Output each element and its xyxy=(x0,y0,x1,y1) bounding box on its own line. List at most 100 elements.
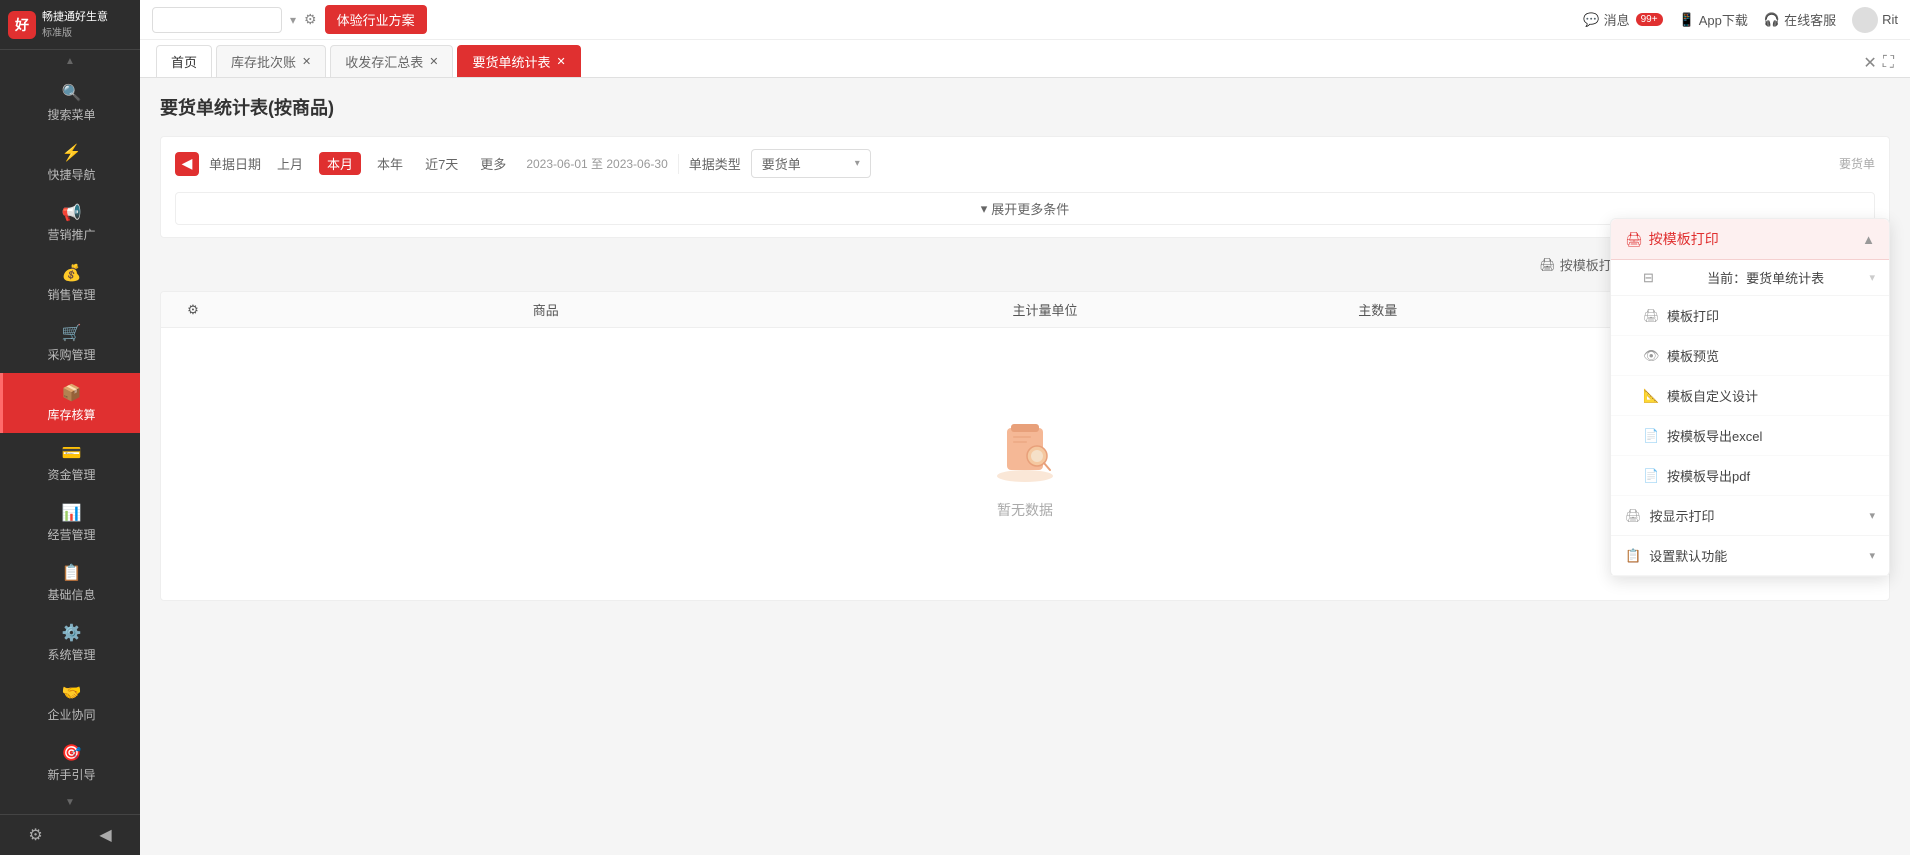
template-print-label: 模板打印 xyxy=(1667,306,1719,325)
expand-arrow-icon: ▾ xyxy=(981,201,988,217)
sidebar-item-newbie[interactable]: 🎯 新手引导 xyxy=(0,733,140,791)
topbar-gear-icon[interactable]: ⚙ xyxy=(304,11,317,28)
tab-order-summary-close[interactable]: ✕ xyxy=(557,55,566,68)
template-custom-icon: 📐 xyxy=(1643,388,1659,404)
sidebar-item-label: 资金管理 xyxy=(47,466,95,483)
sidebar-item-inventory[interactable]: 📦 库存核算 xyxy=(0,373,140,433)
sidebar-item-quick-nav[interactable]: ⚡ 快捷导航 xyxy=(0,133,140,193)
template-excel-icon: 📄 xyxy=(1643,428,1659,444)
settings-footer-icon[interactable]: ⚙ xyxy=(28,825,42,845)
app-download-item[interactable]: 📱 App下载 xyxy=(1679,10,1748,29)
sidebar-item-finance[interactable]: 💳 资金管理 xyxy=(0,433,140,493)
topbar-search-input[interactable] xyxy=(152,7,282,33)
current-icon: ⊟ xyxy=(1643,270,1654,286)
dropdown-template-print-item[interactable]: 🖨 模板打印 xyxy=(1611,296,1889,336)
dropdown-default-func-section[interactable]: 📋 设置默认功能 ▾ xyxy=(1611,536,1889,576)
dropdown-current-arrow-icon: ▾ xyxy=(1869,271,1875,284)
default-func-icon: 📋 xyxy=(1625,548,1641,564)
sidebar-item-label: 销售管理 xyxy=(47,286,95,303)
tab-close-all-btn[interactable]: ✕ xyxy=(1863,53,1876,73)
tabbar-actions: ✕ ⛶ xyxy=(1863,53,1894,77)
filter-7days-btn[interactable]: 近7天 xyxy=(419,152,464,175)
dropdown-template-preview-item[interactable]: 👁 模板预览 xyxy=(1611,336,1889,376)
collapse-footer-icon[interactable]: ◀ xyxy=(99,825,111,845)
dropdown-collapse-icon[interactable]: ▲ xyxy=(1862,232,1875,247)
filter-collapse-btn[interactable]: ◀ xyxy=(175,152,199,176)
newbie-icon: 🎯 xyxy=(62,743,82,763)
messages-item[interactable]: 💬 消息 99+ xyxy=(1583,10,1662,29)
purchase-icon: 🛒 xyxy=(62,323,82,343)
dropdown-header: 🖨 按模板打印 ▲ xyxy=(1611,219,1889,260)
default-func-left: 📋 设置默认功能 xyxy=(1625,546,1727,565)
filter-current-year-btn[interactable]: 本年 xyxy=(371,152,409,175)
app-name: 畅捷通好生意 xyxy=(42,10,108,24)
sidebar-item-label: 营销推广 xyxy=(47,226,95,243)
tab-home[interactable]: 首页 xyxy=(156,45,212,77)
dropdown-current-item[interactable]: ⊟ 当前：要货单统计表 ▾ xyxy=(1611,260,1889,296)
sidebar-item-base[interactable]: 📋 基础信息 xyxy=(0,553,140,613)
display-print-left: 🖨 按显示打印 xyxy=(1625,506,1715,525)
topbar-chevron-icon[interactable]: ▾ xyxy=(290,13,296,27)
sidebar-item-label: 经营管理 xyxy=(47,526,95,543)
dropdown-header-title-area: 🖨 按模板打印 xyxy=(1625,229,1719,249)
tab-expand-btn[interactable]: ⛶ xyxy=(1883,54,1894,72)
tabbar: 首页 库存批次账 ✕ 收发存汇总表 ✕ 要货单统计表 ✕ ✕ ⛶ xyxy=(140,40,1910,78)
sidebar-item-purchase[interactable]: 🛒 采购管理 xyxy=(0,313,140,373)
dropdown-display-print-section[interactable]: 🖨 按显示打印 ▾ xyxy=(1611,496,1889,536)
default-func-label: 设置默认功能 xyxy=(1649,546,1727,565)
sidebar-item-search[interactable]: 🔍 搜索菜单 xyxy=(0,73,140,133)
template-preview-label: 模板预览 xyxy=(1667,346,1719,365)
filter-prev-month-btn[interactable]: 上月 xyxy=(271,152,309,175)
sidebar-scroll-up[interactable]: ▲ xyxy=(0,54,140,69)
type-filter-select[interactable]: 要货单 ▾ xyxy=(751,149,871,178)
sidebar-item-system[interactable]: ⚙️ 系统管理 xyxy=(0,613,140,673)
experience-btn[interactable]: 体验行业方案 xyxy=(325,5,427,34)
display-print-icon: 🖨 xyxy=(1625,508,1642,524)
app-edition: 标准版 xyxy=(42,24,108,39)
tab-receivable-summary-close[interactable]: ✕ xyxy=(429,55,438,68)
empty-text: 暂无数据 xyxy=(997,500,1053,520)
user-avatar-item[interactable]: Rit xyxy=(1852,7,1898,33)
type-filter-label: 单据类型 xyxy=(689,154,741,173)
app-download-label: App下载 xyxy=(1699,10,1748,29)
tab-inventory-batch-label: 库存批次账 xyxy=(231,52,296,71)
dropdown-template-excel-item[interactable]: 📄 按模板导出excel xyxy=(1611,416,1889,456)
default-func-arrow-icon: ▾ xyxy=(1869,549,1875,562)
col-settings[interactable]: ⚙ xyxy=(173,302,213,318)
display-print-label: 按显示打印 xyxy=(1650,506,1715,525)
messages-badge: 99+ xyxy=(1636,13,1663,26)
sidebar: 好 畅捷通好生意 标准版 ▲ 🔍 搜索菜单 ⚡ 快捷导航 📢 营销推广 💰 销售… xyxy=(0,0,140,855)
dropdown-template-custom-item[interactable]: 📐 模板自定义设计 xyxy=(1611,376,1889,416)
sidebar-item-sales[interactable]: 💰 销售管理 xyxy=(0,253,140,313)
tab-receivable-summary[interactable]: 收发存汇总表 ✕ xyxy=(330,45,453,77)
app-logo: 好 畅捷通好生意 标准版 xyxy=(0,0,140,50)
app-download-icon: 📱 xyxy=(1679,12,1695,28)
messages-icon: 💬 xyxy=(1583,12,1599,28)
sidebar-scroll-down[interactable]: ▼ xyxy=(0,795,140,810)
type-select-arrow-icon: ▾ xyxy=(855,158,860,169)
search-nav-icon: 🔍 xyxy=(62,83,82,103)
type-select-placeholder: 要货单 xyxy=(762,154,801,173)
template-pdf-label: 按模板导出pdf xyxy=(1667,466,1750,485)
print-icon: 🖨 xyxy=(1539,257,1556,273)
headset-icon: 🎧 xyxy=(1764,12,1780,28)
dropdown-template-pdf-item[interactable]: 📄 按模板导出pdf xyxy=(1611,456,1889,496)
tab-inventory-batch-close[interactable]: ✕ xyxy=(302,55,311,68)
sidebar-item-marketing[interactable]: 📢 营销推广 xyxy=(0,193,140,253)
filter-current-month-btn[interactable]: 本月 xyxy=(319,152,361,175)
tab-order-summary[interactable]: 要货单统计表 ✕ xyxy=(457,45,580,77)
topbar: ▾ ⚙ 体验行业方案 💬 消息 99+ 📱 App下载 🎧 在线客服 Rit xyxy=(140,0,1910,40)
filter-more-date-btn[interactable]: 更多 xyxy=(474,152,512,175)
online-service-item[interactable]: 🎧 在线客服 xyxy=(1764,10,1836,29)
sidebar-item-operation[interactable]: 📊 经营管理 xyxy=(0,493,140,553)
template-excel-label: 按模板导出excel xyxy=(1667,426,1762,445)
tab-inventory-batch[interactable]: 库存批次账 ✕ xyxy=(216,45,326,77)
user-name: Rit xyxy=(1882,12,1898,27)
filter-divider xyxy=(678,154,679,174)
sidebar-item-collab[interactable]: 🤝 企业协同 xyxy=(0,673,140,733)
logo-icon: 好 xyxy=(8,11,36,39)
sidebar-item-label: 搜索菜单 xyxy=(47,106,95,123)
template-print-icon: 🖨 xyxy=(1643,308,1659,324)
base-icon: 📋 xyxy=(62,563,82,583)
page-content: 要货单统计表(按商品) ◀ 单据日期 上月 本月 本年 近7天 更多 2023-… xyxy=(140,78,1910,855)
